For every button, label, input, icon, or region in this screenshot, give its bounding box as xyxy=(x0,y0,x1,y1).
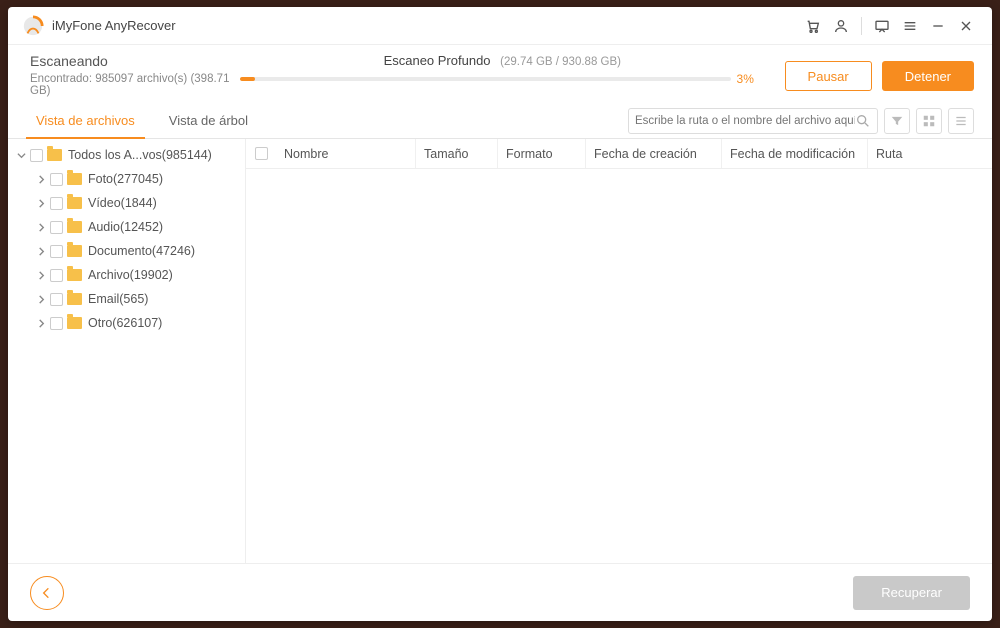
file-list-area xyxy=(246,169,992,563)
folder-icon xyxy=(67,197,82,209)
main-area: Todos los A...vos(985144) Foto(277045) V… xyxy=(8,139,992,563)
col-format[interactable]: Formato xyxy=(498,139,586,168)
folder-icon xyxy=(67,221,82,233)
chevron-right-icon[interactable] xyxy=(34,268,48,282)
chevron-right-icon[interactable] xyxy=(34,172,48,186)
folder-icon xyxy=(67,173,82,185)
col-created[interactable]: Fecha de creación xyxy=(586,139,722,168)
user-icon[interactable] xyxy=(827,12,855,40)
stop-button[interactable]: Detener xyxy=(882,61,974,91)
checkbox[interactable] xyxy=(50,269,63,282)
chevron-right-icon[interactable] xyxy=(34,292,48,306)
filter-button[interactable] xyxy=(884,108,910,134)
tree-node-label: Email(565) xyxy=(88,292,148,306)
status-center: Escaneo Profundo (29.74 GB / 930.88 GB) … xyxy=(240,53,765,86)
checkbox[interactable] xyxy=(50,173,63,186)
minimize-icon[interactable] xyxy=(924,12,952,40)
cart-icon[interactable] xyxy=(799,12,827,40)
chevron-right-icon[interactable] xyxy=(34,220,48,234)
tree-node-documento[interactable]: Documento(47246) xyxy=(8,239,245,263)
tree-node-label: Archivo(19902) xyxy=(88,268,173,282)
tab-files-view[interactable]: Vista de archivos xyxy=(26,103,145,138)
app-logo-icon xyxy=(22,15,44,37)
select-all-cell[interactable] xyxy=(246,147,276,160)
progress-wrap: 3% xyxy=(240,72,765,86)
search-box[interactable] xyxy=(628,108,878,134)
checkbox[interactable] xyxy=(50,317,63,330)
scan-mode-label: Escaneo Profundo xyxy=(384,53,491,68)
column-headers: Nombre Tamaño Formato Fecha de creación … xyxy=(246,139,992,169)
progress-percent: 3% xyxy=(737,72,765,86)
scan-size-label: (29.74 GB / 930.88 GB) xyxy=(500,56,621,68)
tree-root[interactable]: Todos los A...vos(985144) xyxy=(8,143,245,167)
checkbox[interactable] xyxy=(50,245,63,258)
status-right: Pausar Detener xyxy=(765,53,974,91)
checkbox[interactable] xyxy=(50,197,63,210)
progress-bar xyxy=(240,77,731,81)
chevron-right-icon[interactable] xyxy=(34,244,48,258)
scan-mode-row: Escaneo Profundo (29.74 GB / 930.88 GB) xyxy=(240,53,765,68)
app-window: iMyFone AnyRecover Escaneando Encontrado… xyxy=(8,7,992,621)
search-icon[interactable] xyxy=(855,113,871,129)
close-icon[interactable] xyxy=(952,12,980,40)
status-row: Escaneando Encontrado: 985097 archivo(s)… xyxy=(8,45,992,103)
status-left: Escaneando Encontrado: 985097 archivo(s)… xyxy=(30,53,240,97)
tree-node-label: Otro(626107) xyxy=(88,316,162,330)
footer: Recuperar xyxy=(8,563,992,621)
folder-icon xyxy=(67,269,82,281)
col-path[interactable]: Ruta xyxy=(868,139,992,168)
checkbox[interactable] xyxy=(50,221,63,234)
tree-node-foto[interactable]: Foto(277045) xyxy=(8,167,245,191)
folder-icon xyxy=(67,293,82,305)
tab-tree-view[interactable]: Vista de árbol xyxy=(159,103,258,138)
tree-node-label: Documento(47246) xyxy=(88,244,195,258)
col-name[interactable]: Nombre xyxy=(276,139,416,168)
tree-node-label: Audio(12452) xyxy=(88,220,163,234)
folder-icon xyxy=(67,317,82,329)
menu-icon[interactable] xyxy=(896,12,924,40)
folder-icon xyxy=(67,245,82,257)
search-input[interactable] xyxy=(635,115,855,127)
found-label: Encontrado: 985097 archivo(s) (398.71 GB… xyxy=(30,73,240,97)
recover-button[interactable]: Recuperar xyxy=(853,576,970,610)
tree-node-otro[interactable]: Otro(626107) xyxy=(8,311,245,335)
chevron-right-icon[interactable] xyxy=(34,316,48,330)
content-panel: Nombre Tamaño Formato Fecha de creación … xyxy=(246,139,992,563)
separator xyxy=(861,17,862,35)
tree-node-label: Foto(277045) xyxy=(88,172,163,186)
list-view-button[interactable] xyxy=(948,108,974,134)
chevron-right-icon[interactable] xyxy=(34,196,48,210)
chevron-down-icon[interactable] xyxy=(14,148,28,162)
tree-node-video[interactable]: Vídeo(1844) xyxy=(8,191,245,215)
back-button[interactable] xyxy=(30,576,64,610)
feedback-icon[interactable] xyxy=(868,12,896,40)
grid-view-button[interactable] xyxy=(916,108,942,134)
col-size[interactable]: Tamaño xyxy=(416,139,498,168)
pause-button[interactable]: Pausar xyxy=(785,61,872,91)
tab-row: Vista de archivos Vista de árbol xyxy=(8,103,992,139)
tree-node-archivo[interactable]: Archivo(19902) xyxy=(8,263,245,287)
checkbox[interactable] xyxy=(50,293,63,306)
scanning-label: Escaneando xyxy=(30,53,240,69)
checkbox[interactable] xyxy=(255,147,268,160)
title-bar: iMyFone AnyRecover xyxy=(8,7,992,45)
app-title: iMyFone AnyRecover xyxy=(52,18,176,33)
folder-icon xyxy=(47,149,62,161)
tree-root-label: Todos los A...vos(985144) xyxy=(68,148,212,162)
sidebar-tree: Todos los A...vos(985144) Foto(277045) V… xyxy=(8,139,246,563)
tree-node-label: Vídeo(1844) xyxy=(88,196,157,210)
tree-node-email[interactable]: Email(565) xyxy=(8,287,245,311)
tree-node-audio[interactable]: Audio(12452) xyxy=(8,215,245,239)
progress-fill xyxy=(240,77,255,81)
col-modified[interactable]: Fecha de modificación xyxy=(722,139,868,168)
checkbox[interactable] xyxy=(30,149,43,162)
